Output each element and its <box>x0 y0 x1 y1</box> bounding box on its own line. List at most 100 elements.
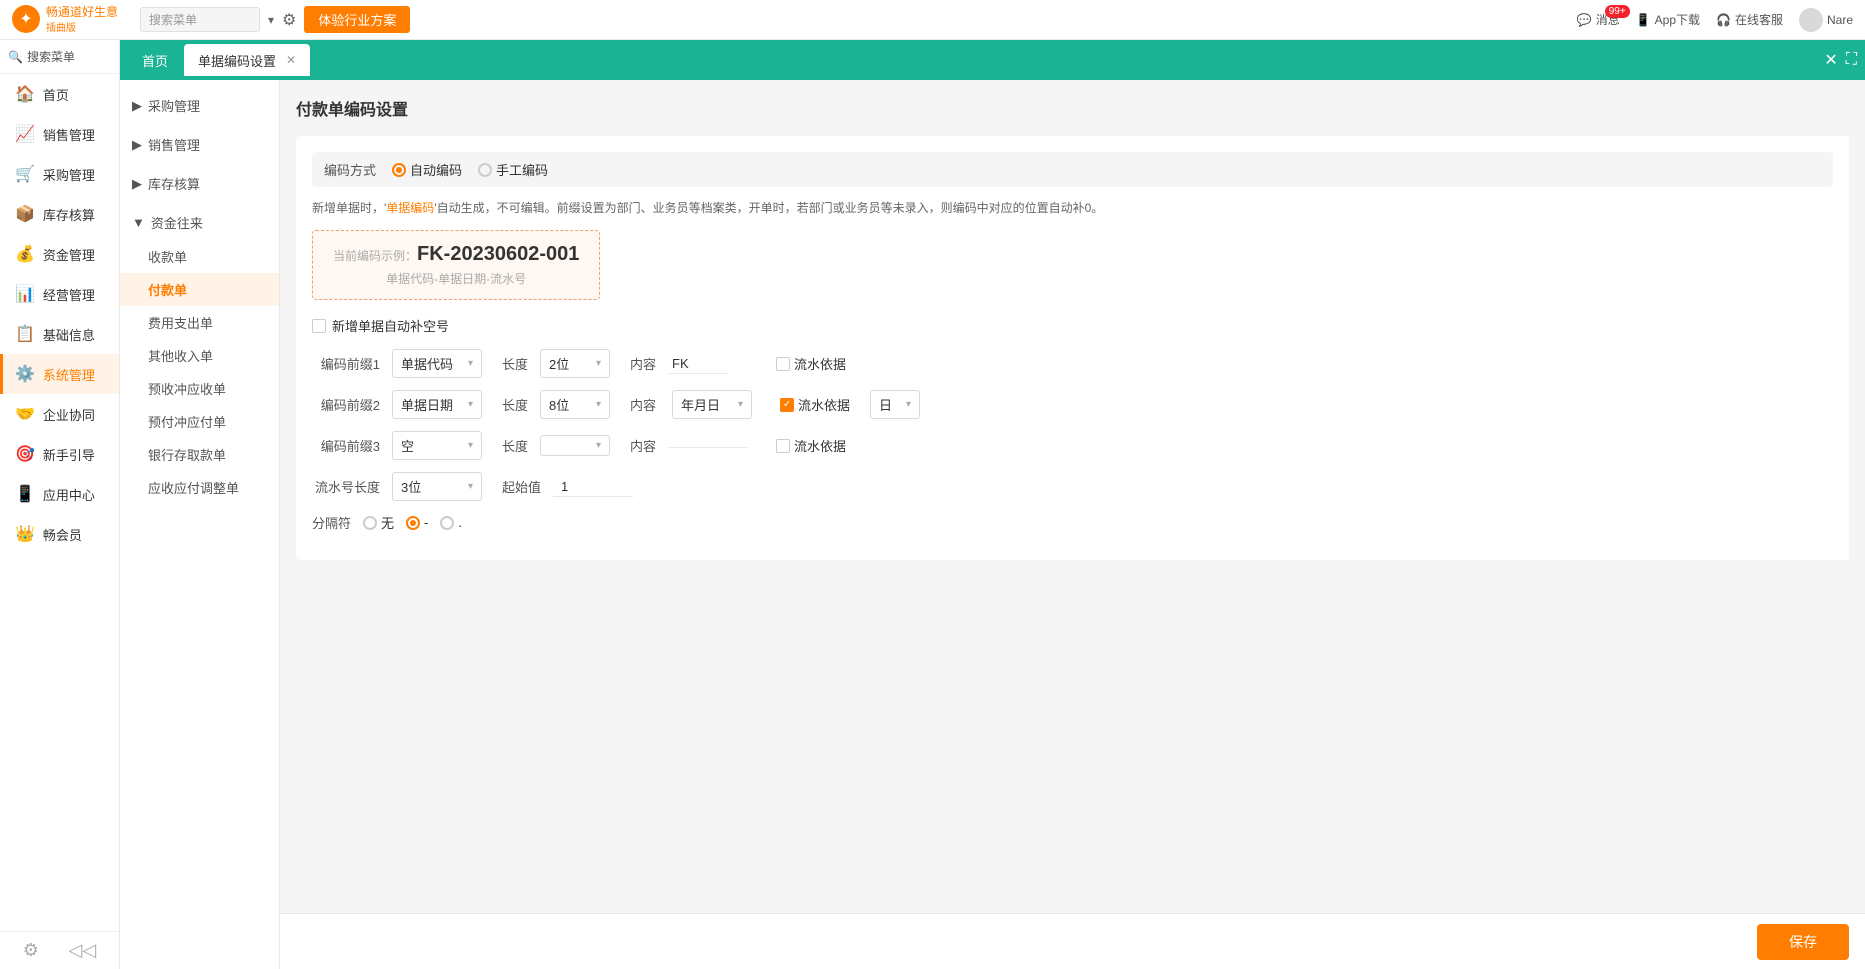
separator-label: 分隔符 <box>312 513 351 532</box>
sidebar-item-sales[interactable]: 📈 销售管理 <box>0 114 119 154</box>
trial-button[interactable]: 体验行业方案 <box>304 6 410 33</box>
prefix2-select[interactable]: 单据日期 ▾ <box>392 390 482 419</box>
sep-none-label: 无 <box>381 513 394 532</box>
app-download-item[interactable]: 📱 App下载 <box>1636 11 1700 28</box>
sub-menu-label-sales: 销售管理 <box>148 135 200 154</box>
dropdown-arrow[interactable]: ▾ <box>268 13 274 27</box>
sub-menu-item-bank-deposit[interactable]: 银行存取款单 <box>120 438 279 471</box>
auto-fill-checkbox[interactable] <box>312 319 326 333</box>
tab-close-icon[interactable]: ✕ <box>286 53 296 67</box>
settings-bottom-icon[interactable]: ⚙ <box>23 940 39 961</box>
length3-select[interactable]: ▾ <box>540 435 610 456</box>
sub-menu-item-receipts[interactable]: 收款单 <box>120 240 279 273</box>
message-badge: 99+ <box>1605 5 1630 18</box>
preview-label: 当前编码示例：FK-20230602-001 <box>333 243 579 266</box>
sidebar-item-label: 库存核算 <box>43 205 95 224</box>
content2-label: 内容 <box>630 395 656 414</box>
sub-menu-header-purchase[interactable]: ▶ 采购管理 <box>120 88 279 123</box>
prefix3-select[interactable]: 空 ▾ <box>392 431 482 460</box>
length2-arrow: ▾ <box>596 399 601 410</box>
sidebar-item-operations[interactable]: 📊 经营管理 <box>0 274 119 314</box>
radio-manual-circle <box>478 163 492 177</box>
sub-menu-group-inventory: ▶ 库存核算 <box>120 166 279 201</box>
serial2-check: ✓ <box>780 398 794 412</box>
sidebar-item-home[interactable]: 🏠 首页 <box>0 74 119 114</box>
tab-maximize-icon[interactable]: ⛶ <box>1846 51 1857 69</box>
sep-none[interactable]: 无 <box>363 513 394 532</box>
message-item[interactable]: 💬 消息 99+ <box>1577 11 1620 28</box>
online-service-item[interactable]: 🎧 在线客服 <box>1716 11 1783 28</box>
serial1-checkbox[interactable]: 流水依据 <box>776 354 846 373</box>
sub-menu-group-purchase: ▶ 采购管理 <box>120 88 279 123</box>
content2-select[interactable]: 年月日 ▾ <box>672 390 752 419</box>
sep-dash-circle <box>406 516 420 530</box>
sidebar-item-guide[interactable]: 🎯 新手引导 <box>0 434 119 474</box>
auto-fill-label: 新增单据自动补空号 <box>332 316 449 335</box>
encoding-label: 编码方式 <box>324 160 376 179</box>
sep-dot[interactable]: . <box>440 515 462 530</box>
settings-icon[interactable]: ⚙ <box>282 10 296 30</box>
logo-icon: ✦ <box>12 5 40 33</box>
sub-menu-item-expense[interactable]: 费用支出单 <box>120 306 279 339</box>
save-button[interactable]: 保存 <box>1757 924 1849 960</box>
inner-layout: ▶ 采购管理 ▶ 销售管理 ▶ 库存核算 <box>120 80 1865 969</box>
sidebar-item-purchase[interactable]: 🛒 采购管理 <box>0 154 119 194</box>
bottom-bar: 保存 <box>280 913 1865 969</box>
sidebar-search[interactable]: 🔍 搜索菜单 <box>0 40 119 74</box>
inventory-icon: 📦 <box>15 204 35 224</box>
sidebar-item-finance[interactable]: 💰 资金管理 <box>0 234 119 274</box>
sidebar-item-apps[interactable]: 📱 应用中心 <box>0 474 119 514</box>
start-value-input[interactable]: 1 <box>553 477 633 497</box>
start-value: 1 <box>561 479 568 494</box>
sub-menu-item-prepay-receive[interactable]: 预收冲应收单 <box>120 372 279 405</box>
collapse-icon[interactable]: ◁◁ <box>69 940 97 961</box>
logo: ✦ 畅通道好生意 插曲版 <box>12 5 132 34</box>
operations-icon: 📊 <box>15 284 35 304</box>
logo-text: 畅通道好生意 <box>46 5 118 19</box>
inner-content: 付款单编码设置 编码方式 自动编码 <box>280 80 1865 969</box>
serial2-period-select[interactable]: 日 ▾ <box>870 390 920 419</box>
serial3-checkbox[interactable]: 流水依据 <box>776 436 846 455</box>
search-icon: 🔍 <box>8 50 23 64</box>
guide-icon: 🎯 <box>15 444 35 464</box>
sub-menu-item-payments[interactable]: 付款单 <box>120 273 279 306</box>
radio-manual-encode[interactable]: 手工编码 <box>478 160 548 179</box>
sidebar-item-system[interactable]: ⚙️ 系统管理 <box>0 354 119 394</box>
content2-value: 年月日 <box>681 395 720 414</box>
sidebar-item-label: 企业协同 <box>43 405 95 424</box>
length1-select[interactable]: 2位 ▾ <box>540 349 610 378</box>
sidebar-item-enterprise[interactable]: 🤝 企业协同 <box>0 394 119 434</box>
sidebar-item-basic[interactable]: 📋 基础信息 <box>0 314 119 354</box>
sidebar-item-inventory[interactable]: 📦 库存核算 <box>0 194 119 234</box>
length1-label: 长度 <box>502 354 528 373</box>
sub-menu-label-finance: 资金往来 <box>151 213 203 232</box>
user-info[interactable]: Nare <box>1799 8 1853 32</box>
length2-select[interactable]: 8位 ▾ <box>540 390 610 419</box>
sub-menu-header-finance[interactable]: ▼ 资金往来 <box>120 205 279 240</box>
serial2-checkbox[interactable]: ✓ 流水依据 <box>780 395 850 414</box>
content-area: 付款单编码设置 编码方式 自动编码 <box>280 80 1865 913</box>
tab-serial-settings[interactable]: 单据编码设置 ✕ <box>184 44 310 76</box>
home-icon: 🏠 <box>15 84 35 104</box>
sep-dash[interactable]: - <box>406 515 428 530</box>
tab-minimize-icon[interactable]: ✕ <box>1824 50 1837 70</box>
serial-length-arrow: ▾ <box>468 481 473 492</box>
sub-menu-header-sales[interactable]: ▶ 销售管理 <box>120 127 279 162</box>
tab-home[interactable]: 首页 <box>128 44 182 76</box>
sidebar-item-member[interactable]: 👑 畅会员 <box>0 514 119 554</box>
sidebar: 🔍 搜索菜单 🏠 首页 📈 销售管理 🛒 采购管理 📦 库存核算 💰 资金管理 … <box>0 40 120 969</box>
sub-menu-header-inventory[interactable]: ▶ 库存核算 <box>120 166 279 201</box>
prefix1-select[interactable]: 单据代码 ▾ <box>392 349 482 378</box>
logo-sub: 插曲版 <box>46 19 118 34</box>
radio-auto-encode[interactable]: 自动编码 <box>392 160 462 179</box>
sub-menu-item-other-income[interactable]: 其他收入单 <box>120 339 279 372</box>
sub-menu-item-receivable-adjust[interactable]: 应收应付调整单 <box>120 471 279 504</box>
sidebar-item-label: 资金管理 <box>43 245 95 264</box>
content1-value: FK <box>668 354 728 374</box>
page-title: 付款单编码设置 <box>296 96 1849 120</box>
sub-menu-item-prepay-pay[interactable]: 预付冲应付单 <box>120 405 279 438</box>
prefix2-label: 编码前缀2 <box>312 395 380 414</box>
radio-manual-label: 手工编码 <box>496 160 548 179</box>
sep-none-circle <box>363 516 377 530</box>
serial-length-select[interactable]: 3位 ▾ <box>392 472 482 501</box>
